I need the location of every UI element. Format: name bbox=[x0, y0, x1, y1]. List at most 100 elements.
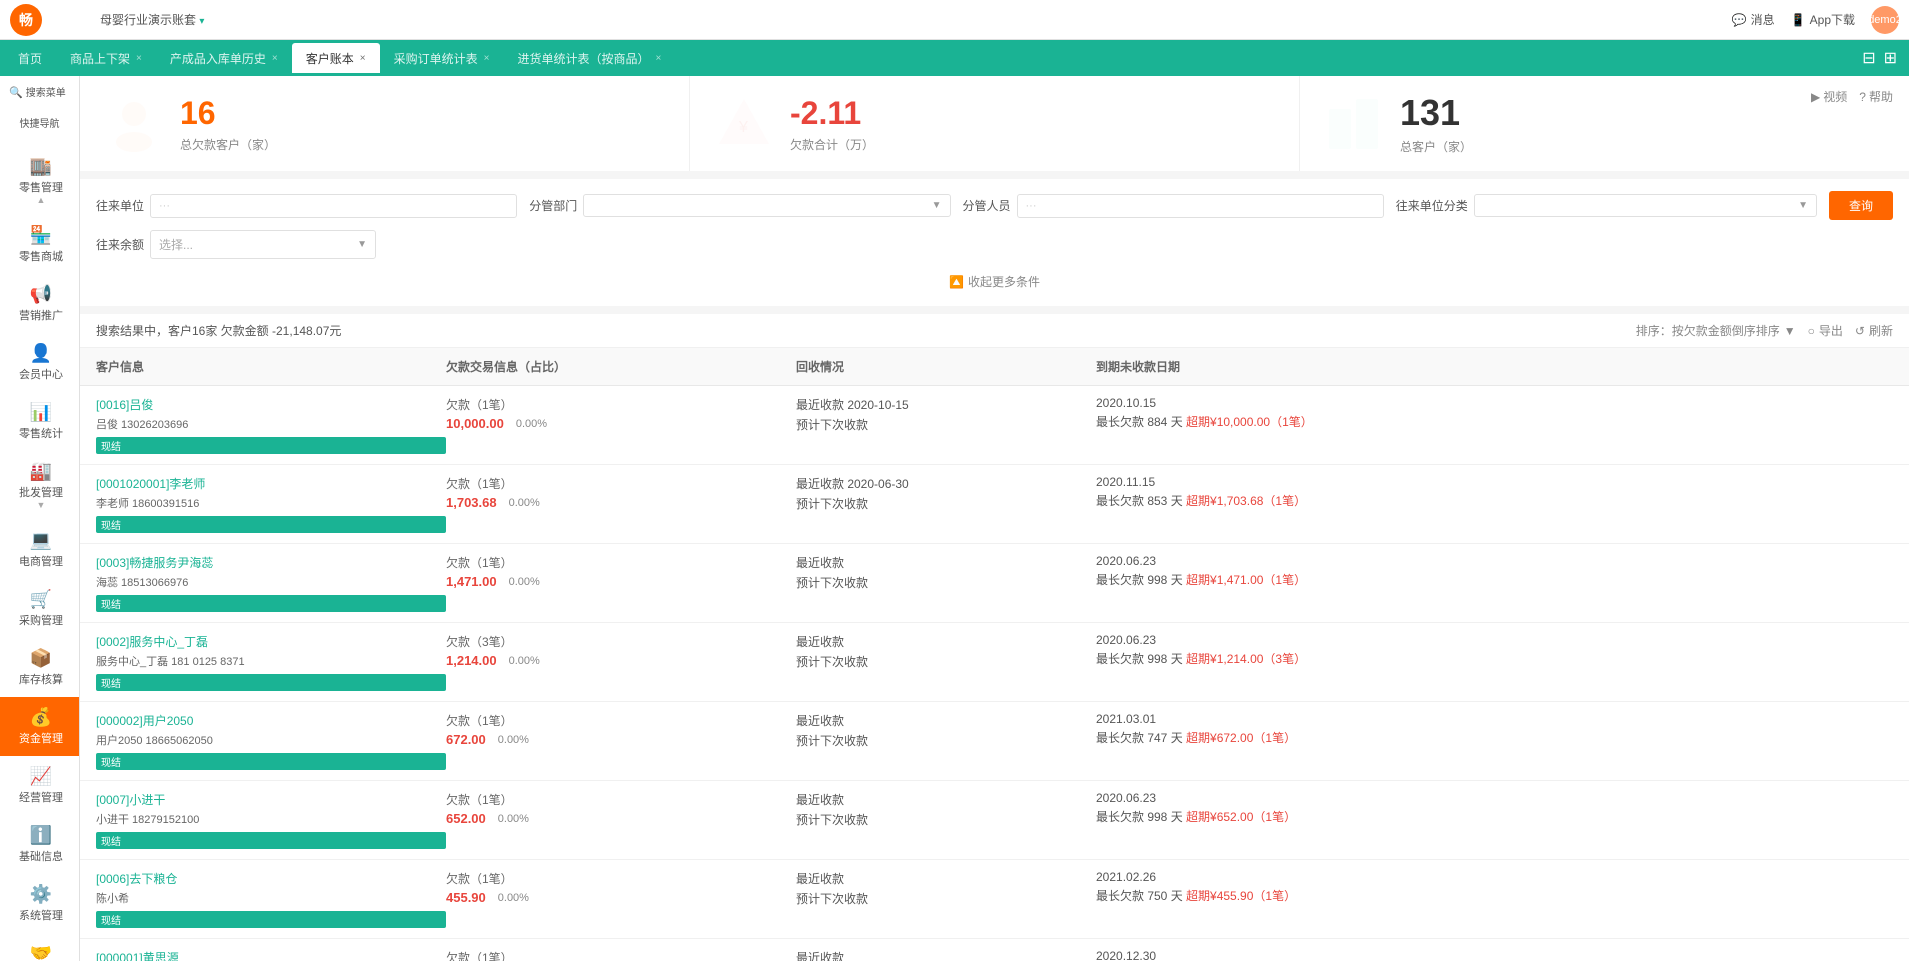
sidebar-item-operations[interactable]: 📈 经营管理 bbox=[0, 756, 79, 815]
stat-card-debtors: 16 总欠款客户（家） bbox=[80, 76, 690, 171]
filter-input-unit[interactable]: ··· bbox=[150, 194, 517, 218]
sidebar-item-finance[interactable]: 💰 资金管理 bbox=[0, 697, 79, 756]
customer-tag-0: 现结 bbox=[96, 437, 446, 454]
sidebar-item-member[interactable]: 👤 会员中心 bbox=[0, 333, 79, 392]
search-button[interactable]: 查询 bbox=[1829, 191, 1893, 220]
sidebar-quick-nav[interactable]: 快捷导航 bbox=[0, 107, 79, 138]
sidebar-item-enterprise-collab[interactable]: 🤝 企业协同 bbox=[0, 933, 79, 961]
tab-close-icon[interactable]: × bbox=[655, 53, 661, 64]
customer-info-0: [0016]吕俊 吕俊 13026203696 现结 bbox=[96, 396, 446, 454]
last-collect-4: 最近收款 bbox=[796, 712, 1096, 729]
customer-name-0[interactable]: [0016]吕俊 bbox=[96, 396, 446, 413]
overdue-amount-0[interactable]: 超期¥10,000.00（1笔） bbox=[1186, 415, 1313, 429]
overdue-amount-3[interactable]: 超期¥1,214.00（3笔） bbox=[1186, 652, 1306, 666]
payback-info-4: 最近收款 预计下次收款 bbox=[796, 712, 1096, 770]
user-avatar[interactable]: demo2 bbox=[1871, 6, 1899, 34]
wholesale-arrow: ▼ bbox=[37, 500, 46, 510]
debt-amount-6[interactable]: 455.90 bbox=[446, 890, 486, 905]
inventory-icon: 📦 bbox=[30, 648, 52, 669]
tab-close-icon[interactable]: × bbox=[136, 53, 142, 64]
filter-select-category[interactable]: ▼ bbox=[1474, 194, 1817, 217]
company-selector[interactable]: 母婴行业演示账套 ▾ bbox=[100, 11, 1732, 28]
customer-name-4[interactable]: [000002]用户2050 bbox=[96, 712, 446, 729]
debt-total-label: 欠款合计（万） bbox=[790, 136, 874, 153]
tab-minimize-icon[interactable]: ⊟ bbox=[1862, 48, 1875, 68]
next-collect-0: 预计下次收款 bbox=[796, 416, 1096, 433]
sidebar-item-system[interactable]: ⚙️ 系统管理 bbox=[0, 874, 79, 933]
stat-card-total-customers: 131 总客户（家） ▶ 视频 ? 帮助 bbox=[1300, 76, 1909, 171]
overdue-date-5: 2020.06.23 bbox=[1096, 791, 1893, 805]
debt-amount-2[interactable]: 1,471.00 bbox=[446, 574, 497, 589]
filter-input-person[interactable]: ··· bbox=[1017, 194, 1384, 218]
debt-amount-1[interactable]: 1,703.68 bbox=[446, 495, 497, 510]
sidebar-item-retail-mgmt[interactable]: 🏬 零售管理 ▲ bbox=[0, 146, 79, 215]
tab-customer-account[interactable]: 客户账本 × bbox=[292, 43, 380, 73]
app-logo: 畅 bbox=[10, 4, 42, 36]
tab-goods-stats[interactable]: 进货单统计表（按商品） × bbox=[503, 43, 675, 73]
debt-amount-4[interactable]: 672.00 bbox=[446, 732, 486, 747]
app-download-button[interactable]: 📱 App下载 bbox=[1791, 11, 1855, 28]
table-row: [0002]服务中心_丁磊 服务中心_丁磊 181 0125 8371 现结 欠… bbox=[80, 623, 1909, 702]
overdue-amount-1[interactable]: 超期¥1,703.68（1笔） bbox=[1186, 494, 1306, 508]
table-row: [000001]黄思源 黄思源 13552700226 现结 欠款（1笔） 42… bbox=[80, 939, 1909, 961]
next-collect-1: 预计下次收款 bbox=[796, 495, 1096, 512]
tab-close-icon[interactable]: × bbox=[272, 53, 278, 64]
filter-select-balance[interactable]: 选择... ▼ bbox=[150, 230, 376, 259]
overdue-date-0: 2020.10.15 bbox=[1096, 396, 1893, 410]
customer-info-2: [0003]畅捷服务尹海蕊 海蕊 18513066976 现结 bbox=[96, 554, 446, 612]
sidebar-item-inventory[interactable]: 📦 库存核算 bbox=[0, 638, 79, 697]
payback-info-2: 最近收款 预计下次收款 bbox=[796, 554, 1096, 612]
customer-name-5[interactable]: [0007]小进干 bbox=[96, 791, 446, 808]
debt-count-7: 欠款（1笔） bbox=[446, 949, 796, 961]
total-customers-value: 131 bbox=[1400, 92, 1472, 134]
customer-tag-3: 现结 bbox=[96, 674, 446, 691]
customer-name-6[interactable]: [0006]去下粮仓 bbox=[96, 870, 446, 887]
sidebar-item-retail-mall[interactable]: 🏪 零售商城 bbox=[0, 215, 79, 274]
overdue-amount-2[interactable]: 超期¥1,471.00（1笔） bbox=[1186, 573, 1306, 587]
sidebar-item-retail-stats[interactable]: 📊 零售统计 bbox=[0, 392, 79, 451]
sidebar-search[interactable]: 🔍 搜索菜单 bbox=[0, 76, 79, 107]
customer-name-3[interactable]: [0002]服务中心_丁磊 bbox=[96, 633, 446, 650]
video-link[interactable]: ▶ 视频 bbox=[1811, 88, 1847, 105]
customer-name-1[interactable]: [0001020001]李老师 bbox=[96, 475, 446, 492]
tab-purchase-stats[interactable]: 采购订单统计表 × bbox=[380, 43, 504, 73]
refresh-button[interactable]: ↺ 刷新 bbox=[1855, 322, 1893, 339]
col-header-overdue: 到期未收款日期 bbox=[1096, 358, 1893, 375]
sidebar-item-ecommerce[interactable]: 💻 电商管理 bbox=[0, 520, 79, 579]
next-collect-4: 预计下次收款 bbox=[796, 732, 1096, 749]
debt-info-4: 欠款（1笔） 672.00 0.00% bbox=[446, 712, 796, 770]
tab-home[interactable]: 首页 bbox=[4, 43, 56, 73]
customer-name-2[interactable]: [0003]畅捷服务尹海蕊 bbox=[96, 554, 446, 571]
overdue-info-4: 2021.03.01 最长欠款 747 天 超期¥672.00（1笔） bbox=[1096, 712, 1893, 770]
message-button[interactable]: 💬 消息 bbox=[1732, 11, 1775, 28]
help-link[interactable]: ? 帮助 bbox=[1859, 88, 1893, 105]
overdue-amount-6[interactable]: 超期¥455.90（1笔） bbox=[1186, 889, 1296, 903]
filter-label-unit: 往来单位 bbox=[96, 197, 144, 214]
sidebar-item-marketing[interactable]: 📢 营销推广 bbox=[0, 274, 79, 333]
next-collect-5: 预计下次收款 bbox=[796, 811, 1096, 828]
help-icon: ? bbox=[1859, 90, 1866, 104]
debt-amount-3[interactable]: 1,214.00 bbox=[446, 653, 497, 668]
sidebar-item-wholesale-mgmt[interactable]: 🏭 批发管理 ▼ bbox=[0, 451, 79, 520]
tab-maximize-icon[interactable]: ⊞ bbox=[1884, 48, 1897, 68]
filter-select-dept[interactable]: ▼ bbox=[583, 194, 950, 217]
customer-phone-4: 用户2050 18665062050 bbox=[96, 732, 446, 748]
overdue-amount-5[interactable]: 超期¥652.00（1笔） bbox=[1186, 810, 1296, 824]
sort-label[interactable]: 排序：按欠款金额倒序排序 ▼ bbox=[1636, 322, 1796, 339]
customer-name-7[interactable]: [000001]黄思源 bbox=[96, 949, 446, 961]
next-collect-3: 预计下次收款 bbox=[796, 653, 1096, 670]
export-button[interactable]: ○ 导出 bbox=[1808, 322, 1843, 339]
sidebar-item-basic-info[interactable]: ℹ️ 基础信息 bbox=[0, 815, 79, 874]
debt-amount-0[interactable]: 10,000.00 bbox=[446, 416, 504, 431]
tab-close-icon[interactable]: × bbox=[360, 53, 366, 64]
dept-arrow-icon: ▼ bbox=[932, 200, 942, 211]
overdue-date-2: 2020.06.23 bbox=[1096, 554, 1893, 568]
collapse-filter-button[interactable]: 🔼 收起更多条件 bbox=[96, 269, 1893, 294]
debt-amount-5[interactable]: 652.00 bbox=[446, 811, 486, 826]
overdue-amount-4[interactable]: 超期¥672.00（1笔） bbox=[1186, 731, 1296, 745]
sidebar-item-purchase[interactable]: 🛒 采购管理 bbox=[0, 579, 79, 638]
tab-close-icon[interactable]: × bbox=[484, 53, 490, 64]
tab-production-history[interactable]: 产成品入库单历史 × bbox=[156, 43, 292, 73]
tab-product-status[interactable]: 商品上下架 × bbox=[56, 43, 156, 73]
member-icon: 👤 bbox=[30, 343, 52, 364]
